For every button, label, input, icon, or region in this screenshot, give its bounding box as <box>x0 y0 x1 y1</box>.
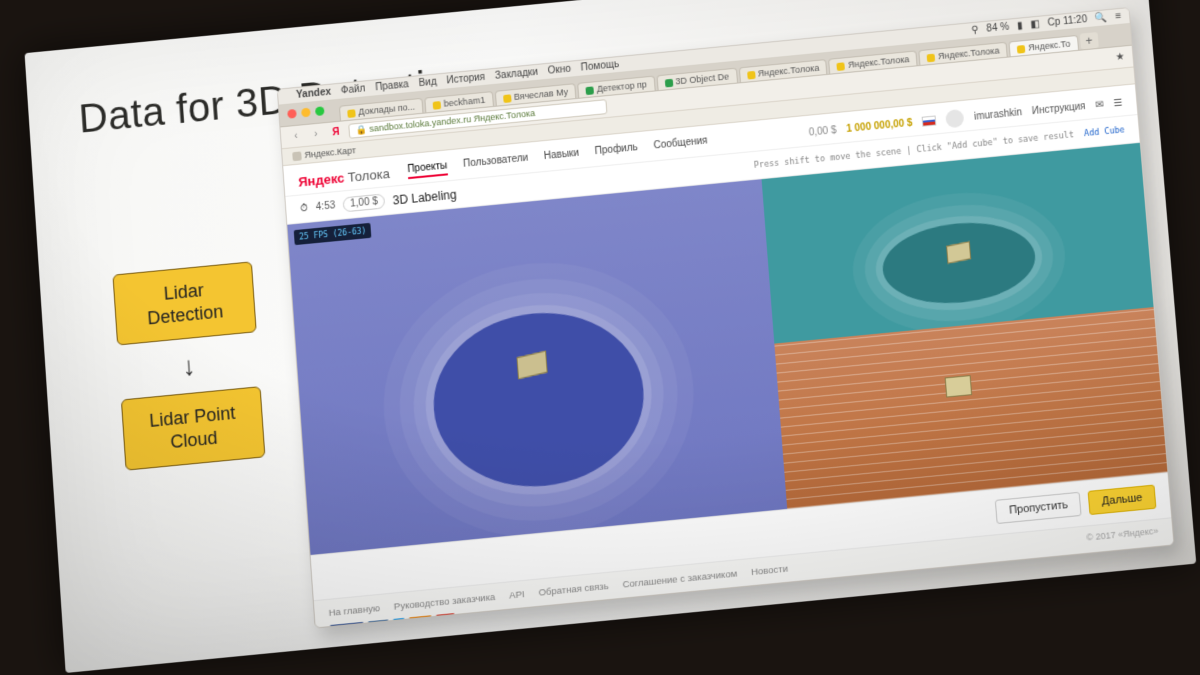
flow-diagram: Lidar Detection ↓ Lidar Point Cloud <box>97 260 280 472</box>
spotlight-icon: 🔍 <box>1095 12 1108 24</box>
bookmark-item[interactable]: Яндекс.Карт <box>292 145 356 161</box>
nav-profile[interactable]: Профиль <box>594 142 638 161</box>
menu-icon[interactable]: ☰ <box>1113 97 1123 109</box>
lidar-scan-icon <box>428 304 650 496</box>
flag-ru-icon <box>922 116 937 127</box>
slide-surface: Data for 3D Detection Lidar Detection ↓ … <box>25 0 1197 673</box>
mac-menu-item[interactable]: Файл <box>341 83 366 96</box>
task-title: 3D Labeling <box>392 187 457 207</box>
nav-skills[interactable]: Навыки <box>544 147 580 165</box>
lock-icon: 🔒 <box>355 124 367 135</box>
skip-button[interactable]: Пропустить <box>995 492 1082 524</box>
mac-menu-item[interactable]: Закладки <box>495 67 539 82</box>
ok-button[interactable]: OK <box>409 615 432 628</box>
avatar[interactable] <box>946 109 965 129</box>
gplus-button[interactable]: g+ <box>435 613 456 628</box>
input-icon: ◧ <box>1030 19 1040 31</box>
nav-projects[interactable]: Проекты <box>407 160 448 179</box>
mail-icon[interactable]: ✉ <box>1095 99 1104 111</box>
forward-icon[interactable]: › <box>309 127 324 142</box>
timer-icon: ⏱ <box>300 203 309 215</box>
balance-large: 1 000 000,00 $ <box>846 117 913 134</box>
facebook-button[interactable]: f 1951 <box>330 622 365 629</box>
next-button[interactable]: Дальше <box>1088 485 1157 516</box>
help-link[interactable]: Инструкция <box>1032 101 1086 117</box>
footer-link[interactable]: API <box>509 589 525 602</box>
yandex-logo-icon[interactable]: Я <box>328 125 343 140</box>
mac-menu-item[interactable]: Окно <box>547 64 571 77</box>
mac-menu-item[interactable]: Правка <box>375 79 409 93</box>
flow-box-lidar-point-cloud: Lidar Point Cloud <box>121 386 266 471</box>
star-icon[interactable]: ★ <box>1115 51 1125 63</box>
footer-link[interactable]: На главную <box>328 603 380 619</box>
add-cube-link[interactable]: Add Cube <box>1084 125 1125 139</box>
mac-app-name: Yandex <box>296 87 332 101</box>
username[interactable]: imurashkin <box>974 107 1023 123</box>
task-rate: 1,00 $ <box>343 194 386 213</box>
viewport-top-down[interactable]: 25 FPS (26-63) <box>287 179 787 555</box>
notifications-icon: ≡ <box>1115 11 1122 22</box>
mac-menu-item[interactable]: Вид <box>418 77 437 90</box>
footer-link[interactable]: Новости <box>751 564 789 579</box>
toloka-logo[interactable]: Яндекс Толока <box>298 166 390 190</box>
minimize-icon[interactable] <box>301 108 311 118</box>
close-icon[interactable] <box>287 109 297 119</box>
window-controls[interactable] <box>287 106 324 118</box>
balance-small: 0,00 $ <box>808 125 836 139</box>
zoom-icon[interactable] <box>315 106 325 116</box>
new-tab-button[interactable]: + <box>1079 32 1098 50</box>
nav-users[interactable]: Пользователи <box>463 152 529 173</box>
task-timer: 4:53 <box>316 200 336 213</box>
battery-label: 84 % <box>986 22 1009 35</box>
lidar-scan-icon <box>880 216 1038 310</box>
footer-link[interactable]: Обратная связь <box>538 581 609 599</box>
mac-menu-item[interactable]: История <box>446 72 485 87</box>
flow-box-lidar-detection: Lidar Detection <box>112 261 256 345</box>
wifi-icon: ⚲ <box>971 25 979 37</box>
back-icon[interactable]: ‹ <box>289 129 304 144</box>
battery-icon: ▮ <box>1017 20 1023 31</box>
clock: Ср 11:20 <box>1047 14 1087 29</box>
fps-overlay: 25 FPS (26-63) <box>294 223 372 245</box>
arrow-down-icon: ↓ <box>181 352 196 379</box>
browser-screenshot: Yandex Файл Правка Вид История Закладки … <box>277 7 1175 629</box>
mac-menu-item[interactable]: Помощь <box>580 59 619 74</box>
vk-button[interactable]: VK <box>367 620 389 629</box>
nav-messages[interactable]: Сообщения <box>653 135 708 155</box>
annotation-cube[interactable] <box>945 375 973 398</box>
twitter-button[interactable]: t <box>393 618 406 629</box>
